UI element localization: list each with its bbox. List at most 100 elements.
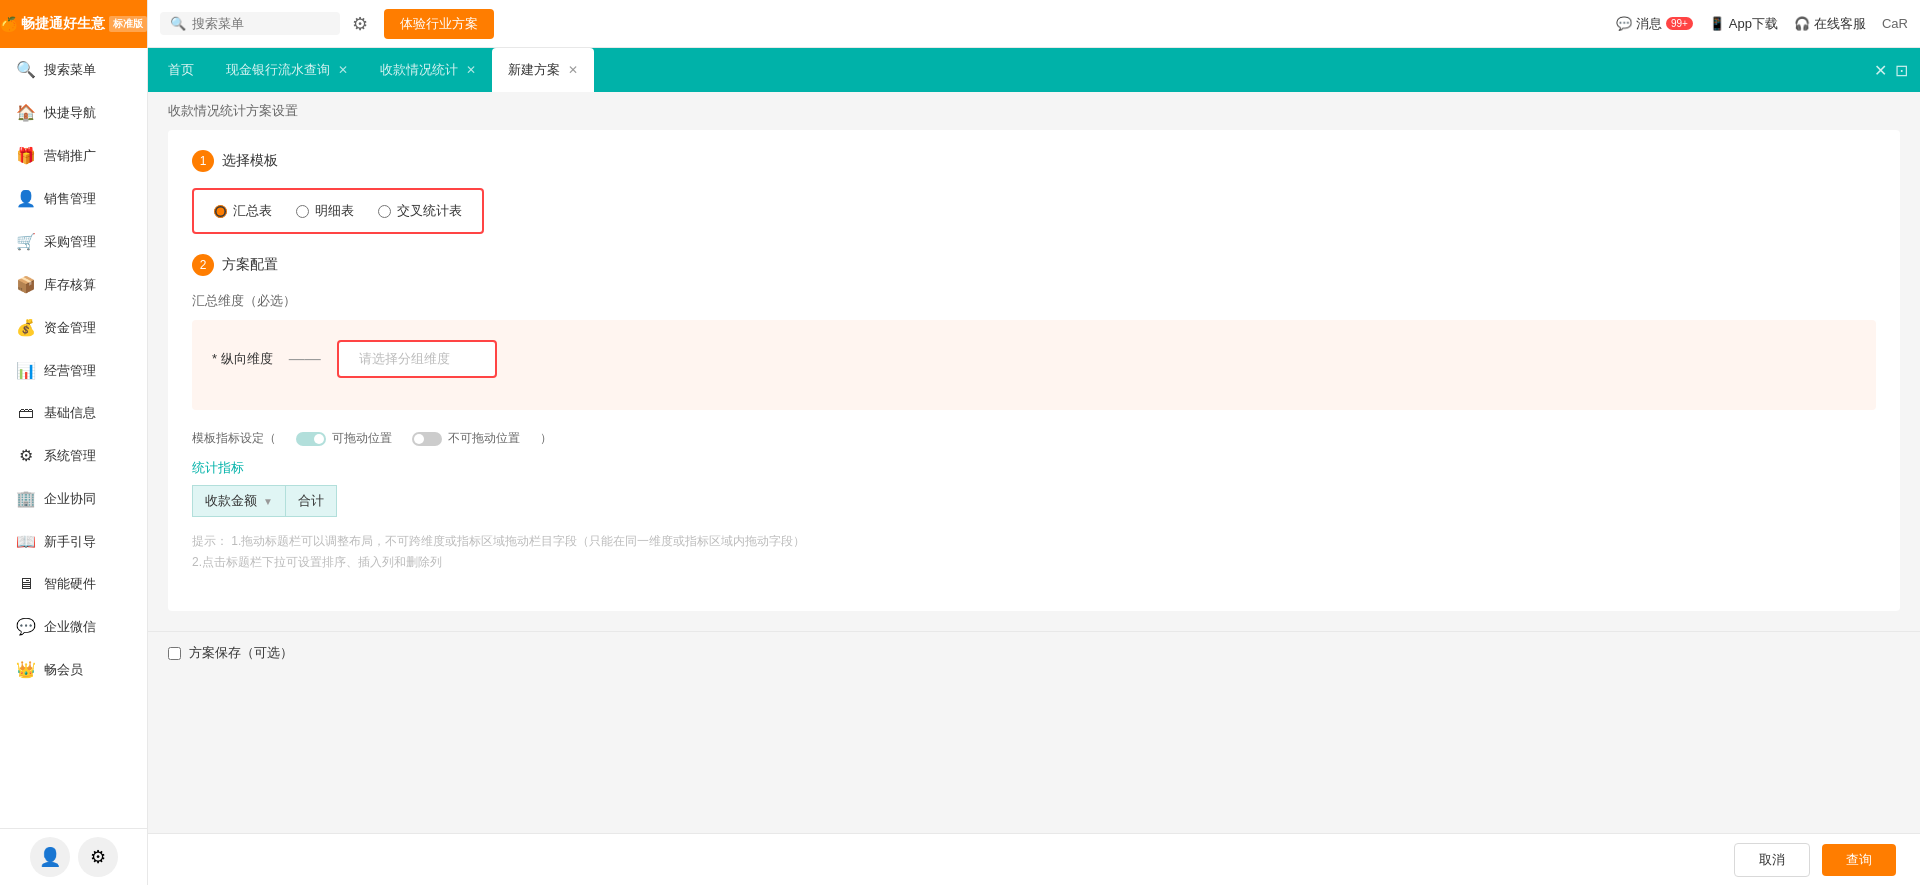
enterprise-icon: 🏢 <box>16 489 36 508</box>
main-area: 🔍 ⚙ 体验行业方案 💬 消息 99+ 📱 App下载 🎧 在线客服 CaR 首… <box>148 0 1920 885</box>
tab-stats-close[interactable]: ✕ <box>466 63 476 77</box>
sidebar-item-system[interactable]: ⚙ 系统管理 <box>0 434 147 477</box>
tab-stats[interactable]: 收款情况统计 ✕ <box>364 48 492 92</box>
tabbar: 首页 现金银行流水查询 ✕ 收款情况统计 ✕ 新建方案 ✕ ✕ ⊡ <box>148 48 1920 92</box>
cancel-button[interactable]: 取消 <box>1734 843 1810 877</box>
trial-btn[interactable]: 体验行业方案 <box>384 9 494 39</box>
save-checkbox[interactable] <box>168 647 181 660</box>
radio-summary[interactable]: 汇总表 <box>214 202 272 220</box>
radio-detail[interactable]: 明细表 <box>296 202 354 220</box>
app-download-icon: 📱 <box>1709 16 1725 31</box>
sidebar-item-member[interactable]: 👑 畅会员 <box>0 648 147 691</box>
sidebar-item-marketing[interactable]: 🎁 营销推广 <box>0 134 147 177</box>
sidebar-item-finance[interactable]: 💰 资金管理 <box>0 306 147 349</box>
headset-icon: 🎧 <box>1794 16 1810 31</box>
legend-label-prefix: 模板指标设定（ <box>192 430 276 447</box>
tab-new-plan-label: 新建方案 <box>508 61 560 79</box>
sidebar-item-label: 销售管理 <box>44 190 96 208</box>
newbie-icon: 📖 <box>16 532 36 551</box>
step2-title: 方案配置 <box>222 256 278 274</box>
sidebar-avatar[interactable]: 👤 <box>30 837 70 877</box>
notification-item[interactable]: 💬 消息 99+ <box>1616 15 1693 33</box>
tab-stats-label: 收款情况统计 <box>380 61 458 79</box>
tab-new-plan[interactable]: 新建方案 ✕ <box>492 48 594 92</box>
radio-detail-label: 明细表 <box>315 202 354 220</box>
main-card: 1 选择模板 汇总表 明细表 交叉统计表 <box>168 130 1900 611</box>
sidebar-item-label: 企业协同 <box>44 490 96 508</box>
sidebar-item-label: 库存核算 <box>44 276 96 294</box>
logo-text: 畅捷通好生意 <box>21 15 105 33</box>
tab-new-plan-close[interactable]: ✕ <box>568 63 578 77</box>
username-label: CaR <box>1882 16 1908 31</box>
radio-cross[interactable]: 交叉统计表 <box>378 202 462 220</box>
system-icon: ⚙ <box>16 446 36 465</box>
tab-home[interactable]: 首页 <box>152 48 210 92</box>
legend-draggable: 可拖动位置 <box>296 430 392 447</box>
sidebar-item-quick-nav[interactable]: 🏠 快捷导航 <box>0 91 147 134</box>
sidebar-settings-btn[interactable]: ⚙ <box>78 837 118 877</box>
sidebar-item-label: 畅会员 <box>44 661 83 679</box>
topbar-search-icon: 🔍 <box>170 16 186 31</box>
notification-icon: 💬 <box>1616 16 1632 31</box>
sidebar-item-inventory[interactable]: 📦 库存核算 <box>0 263 147 306</box>
legend-label-suffix: ） <box>540 430 552 447</box>
radio-summary-label: 汇总表 <box>233 202 272 220</box>
radio-cross-label: 交叉统计表 <box>397 202 462 220</box>
topbar-search-input[interactable] <box>192 16 312 31</box>
hint-section: 提示： 1.拖动标题栏可以调整布局，不可跨维度或指标区域拖动栏目字段（只能在同一… <box>192 517 1876 571</box>
radio-detail-input[interactable] <box>296 205 309 218</box>
tab-bank[interactable]: 现金银行流水查询 ✕ <box>210 48 364 92</box>
radio-cross-input[interactable] <box>378 205 391 218</box>
metrics-legend: 模板指标设定（ 可拖动位置 不可拖动位置 ） <box>192 430 1876 447</box>
sidebar-logo: 🍊 畅捷通好生意 标准版 <box>0 0 147 48</box>
step2-header: 2 方案配置 <box>192 254 1876 276</box>
tab-bank-close[interactable]: ✕ <box>338 63 348 77</box>
search-icon: 🔍 <box>16 60 36 79</box>
marketing-icon: 🎁 <box>16 146 36 165</box>
arrow-icon: —— <box>289 350 321 368</box>
topbar-gear-icon[interactable]: ⚙ <box>352 13 368 35</box>
online-service-item[interactable]: 🎧 在线客服 <box>1794 15 1866 33</box>
fixed-label: 不可拖动位置 <box>448 430 520 447</box>
query-button[interactable]: 查询 <box>1822 844 1896 876</box>
operations-icon: 📊 <box>16 361 36 380</box>
metrics-subtag-label: 合计 <box>298 493 324 508</box>
sidebar-item-sales[interactable]: 👤 销售管理 <box>0 177 147 220</box>
sidebar-item-label: 智能硬件 <box>44 575 96 593</box>
template-selection-box: 汇总表 明细表 交叉统计表 <box>192 188 484 234</box>
dimension-section-label: 汇总维度（必选） <box>192 292 1876 310</box>
sidebar-item-purchase[interactable]: 🛒 采购管理 <box>0 220 147 263</box>
tabbar-maximize-icon[interactable]: ⊡ <box>1895 61 1908 80</box>
vertical-dim-label: * 纵向维度 <box>212 350 273 368</box>
sidebar-item-label: 新手引导 <box>44 533 96 551</box>
sidebar-item-enterprise[interactable]: 🏢 企业协同 <box>0 477 147 520</box>
dropdown-icon[interactable]: ▼ <box>263 496 273 507</box>
dimension-select[interactable]: 请选择分组维度 <box>337 340 497 378</box>
sidebar-item-base-info[interactable]: 🗃 基础信息 <box>0 392 147 434</box>
draggable-toggle <box>296 432 326 446</box>
inventory-icon: 📦 <box>16 275 36 294</box>
sidebar-item-label: 采购管理 <box>44 233 96 251</box>
sidebar-item-smart-hardware[interactable]: 🖥 智能硬件 <box>0 563 147 605</box>
topbar: 🔍 ⚙ 体验行业方案 💬 消息 99+ 📱 App下载 🎧 在线客服 CaR <box>148 0 1920 48</box>
tabbar-close-icon[interactable]: ✕ <box>1874 61 1887 80</box>
metrics-subtag: 合计 <box>286 485 337 517</box>
hint-line1: 提示： 1.拖动标题栏可以调整布局，不可跨维度或指标区域拖动栏目字段（只能在同一… <box>192 533 1876 550</box>
app-download-item[interactable]: 📱 App下载 <box>1709 15 1778 33</box>
sidebar-item-label: 企业微信 <box>44 618 96 636</box>
sidebar-item-wechat[interactable]: 💬 企业微信 <box>0 605 147 648</box>
sidebar-item-search[interactable]: 🔍 搜索菜单 <box>0 48 147 91</box>
radio-summary-input[interactable] <box>214 205 227 218</box>
metrics-title: 统计指标 <box>192 459 1876 477</box>
topbar-search-box[interactable]: 🔍 <box>160 12 340 35</box>
step2-num: 2 <box>192 254 214 276</box>
metrics-tag-label: 收款金额 <box>205 492 257 510</box>
metrics-tag-row: 收款金额 ▼ 合计 <box>192 485 1876 517</box>
tabbar-right: ✕ ⊡ <box>1874 61 1916 80</box>
notification-badge: 99+ <box>1666 17 1693 30</box>
sidebar-item-newbie[interactable]: 📖 新手引导 <box>0 520 147 563</box>
sidebar-item-operations[interactable]: 📊 经营管理 <box>0 349 147 392</box>
metrics-tag-amount[interactable]: 收款金额 ▼ <box>192 485 286 517</box>
dimension-select-placeholder: 请选择分组维度 <box>359 350 450 368</box>
step1-num: 1 <box>192 150 214 172</box>
